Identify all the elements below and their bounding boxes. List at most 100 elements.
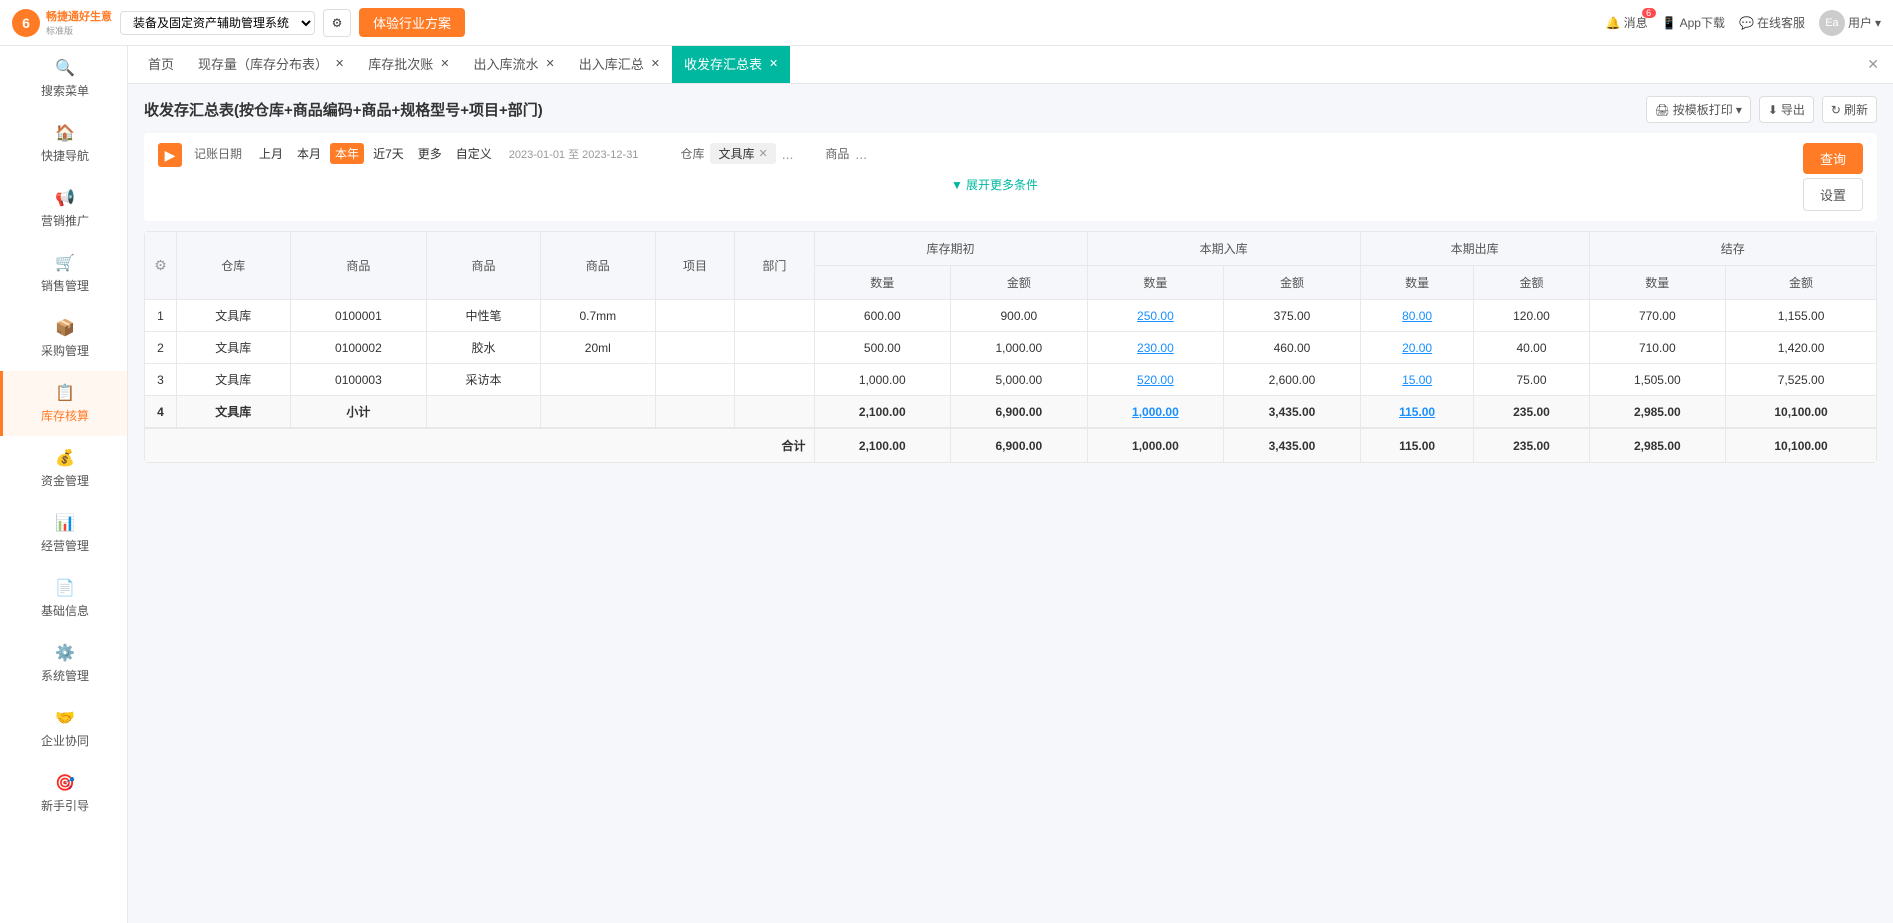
- sidebar-label-marketing: 营销推广: [41, 212, 89, 229]
- online-support-button[interactable]: 💬 在线客服: [1739, 14, 1805, 31]
- row3-code: 0100003: [290, 364, 427, 396]
- tab-batch[interactable]: 库存批次账 ✕: [356, 46, 461, 84]
- date-btn-7days[interactable]: 近7天: [368, 143, 409, 164]
- goods-more[interactable]: ...: [855, 146, 867, 162]
- system-selector[interactable]: 装备及固定资产辅助管理系统: [120, 11, 315, 35]
- refresh-button[interactable]: ↻ 刷新: [1822, 96, 1877, 123]
- table-row: 3 文具库 0100003 采访本 1,000.00 5,000.00 520.…: [145, 364, 1877, 396]
- subtotal-open-qty: 2,100.00: [814, 396, 951, 429]
- sidebar-item-quick-nav[interactable]: 🏠 快捷导航: [0, 111, 127, 176]
- row1-open-qty: 600.00: [814, 300, 951, 332]
- total-open-amt: 6,900.00: [951, 428, 1088, 463]
- tab-batch-close[interactable]: ✕: [440, 57, 449, 70]
- col-in-stock: 本期入库: [1087, 232, 1360, 266]
- search-icon: 🔍: [55, 58, 75, 78]
- tab-inout-flow[interactable]: 出入库流水 ✕: [461, 46, 566, 84]
- row2-bal-amt: 1,420.00: [1726, 332, 1877, 364]
- filter-toggle[interactable]: ▶: [158, 143, 182, 167]
- goods-label: 商品: [825, 145, 849, 162]
- sidebar-label-sales: 销售管理: [41, 277, 89, 294]
- sidebar-item-marketing[interactable]: 📢 营销推广: [0, 176, 127, 241]
- experience-button[interactable]: 体验行业方案: [359, 8, 465, 37]
- date-btn-this-year[interactable]: 本年: [330, 143, 364, 164]
- row1-out-qty[interactable]: 80.00: [1360, 300, 1474, 332]
- tab-stock-dist-close[interactable]: ✕: [335, 57, 344, 70]
- col-in-amt: 金额: [1224, 266, 1361, 300]
- row2-out-qty[interactable]: 20.00: [1360, 332, 1474, 364]
- row2-in-qty[interactable]: 230.00: [1087, 332, 1224, 364]
- sidebar-item-inventory[interactable]: 📋 库存核算: [0, 371, 127, 436]
- tab-home-label: 首页: [148, 54, 174, 73]
- subtotal-col4: [735, 396, 814, 429]
- date-btn-custom[interactable]: 自定义: [451, 143, 497, 164]
- row2-open-qty: 500.00: [814, 332, 951, 364]
- sidebar-label-inventory: 库存核算: [41, 407, 89, 424]
- top-bar-left: 6 畅捷通好生意 标准版 装备及固定资产辅助管理系统 ⚙ 体验行业方案: [12, 8, 465, 37]
- query-button[interactable]: 查询: [1803, 143, 1863, 174]
- row3-in-qty[interactable]: 520.00: [1087, 364, 1224, 396]
- row3-out-qty[interactable]: 15.00: [1360, 364, 1474, 396]
- close-all-tabs[interactable]: ✕: [1861, 56, 1885, 73]
- row1-bal-amt: 1,155.00: [1726, 300, 1877, 332]
- col-open-amt: 金额: [951, 266, 1088, 300]
- bell-icon: 🔔: [1606, 16, 1621, 30]
- avatar: Ea: [1819, 10, 1845, 36]
- tab-inout-summary-close[interactable]: ✕: [651, 57, 660, 70]
- sidebar-label-enterprise: 企业协同: [41, 732, 89, 749]
- row1-warehouse: 文具库: [177, 300, 291, 332]
- sidebar-item-newbie[interactable]: 🎯 新手引导: [0, 761, 127, 826]
- table-area: ⚙ 仓库 商品 商品 商品 项目 部门 库存期初 本期入库 本期出库 结存: [144, 231, 1877, 463]
- sidebar-label-purchase: 采购管理: [41, 342, 89, 359]
- print-button[interactable]: 🖨 按模板打印 ▾: [1646, 96, 1751, 123]
- tab-stock-dist[interactable]: 现存量（库存分布表） ✕: [186, 46, 356, 84]
- tab-recv-send-close[interactable]: ✕: [769, 57, 778, 70]
- tab-home[interactable]: 首页: [136, 46, 186, 84]
- row3-warehouse: 文具库: [177, 364, 291, 396]
- sidebar-item-basic[interactable]: 📄 基础信息: [0, 566, 127, 631]
- row1-in-qty[interactable]: 250.00: [1087, 300, 1224, 332]
- date-group: 上月 本月 本年 近7天 更多 自定义: [254, 143, 497, 164]
- export-button[interactable]: ⬇ 导出: [1759, 96, 1814, 123]
- user-menu[interactable]: Ea 用户 ▾: [1819, 10, 1881, 36]
- col-out-stock: 本期出库: [1360, 232, 1589, 266]
- subtotal-in-qty[interactable]: 1,000.00: [1087, 396, 1224, 429]
- date-btn-this-month[interactable]: 本月: [292, 143, 326, 164]
- row1-out-amt: 120.00: [1474, 300, 1589, 332]
- sidebar-item-system[interactable]: ⚙️ 系统管理: [0, 631, 127, 696]
- sidebar-item-business[interactable]: 📊 经营管理: [0, 501, 127, 566]
- notifications-button[interactable]: 🔔 消息 6: [1606, 14, 1648, 31]
- subtotal-col2: [540, 396, 655, 429]
- date-btn-prev-month[interactable]: 上月: [254, 143, 288, 164]
- support-icon: 💬: [1739, 16, 1754, 30]
- sidebar-item-search[interactable]: 🔍 搜索菜单: [0, 46, 127, 111]
- sidebar-label-system: 系统管理: [41, 667, 89, 684]
- sidebar-item-enterprise[interactable]: 🤝 企业协同: [0, 696, 127, 761]
- total-bal-qty: 2,985.00: [1589, 428, 1726, 463]
- row3-name: 采访本: [427, 364, 541, 396]
- filter-settings-button[interactable]: 设置: [1803, 178, 1863, 211]
- total-in-amt: 3,435.00: [1224, 428, 1361, 463]
- page-header: 收发存汇总表(按仓库+商品编码+商品+规格型号+项目+部门) 🖨 按模板打印 ▾…: [144, 96, 1877, 123]
- sidebar-item-sales[interactable]: 🛒 销售管理: [0, 241, 127, 306]
- tab-inout-flow-close[interactable]: ✕: [546, 57, 555, 70]
- warehouse-more[interactable]: ...: [782, 146, 794, 162]
- content-area: 首页 现存量（库存分布表） ✕ 库存批次账 ✕ 出入库流水 ✕ 出入库汇总 ✕ …: [128, 46, 1893, 923]
- tab-inout-summary[interactable]: 出入库汇总 ✕: [567, 46, 672, 84]
- sidebar-label-finance: 资金管理: [41, 472, 89, 489]
- filter-row-1: 记账日期 上月 本月 本年 近7天 更多 自定义 2023-01-01 至 20…: [194, 143, 1795, 164]
- subtotal-row: 4 文具库 小计 2,100.00 6,900.00 1,000.00 3,43…: [145, 396, 1877, 429]
- table-gear-icon[interactable]: ⚙: [154, 257, 167, 273]
- subtotal-out-qty[interactable]: 115.00: [1360, 396, 1474, 429]
- sidebar-item-finance[interactable]: 💰 资金管理: [0, 436, 127, 501]
- page-content: 收发存汇总表(按仓库+商品编码+商品+规格型号+项目+部门) 🖨 按模板打印 ▾…: [128, 84, 1893, 923]
- sidebar-item-purchase[interactable]: 📦 采购管理: [0, 306, 127, 371]
- warehouse-tag-remove[interactable]: ✕: [758, 147, 767, 160]
- refresh-icon: ↻: [1831, 103, 1841, 117]
- date-btn-more[interactable]: 更多: [413, 143, 447, 164]
- settings-icon[interactable]: ⚙: [323, 9, 351, 37]
- tab-recv-send[interactable]: 收发存汇总表 ✕: [672, 46, 790, 84]
- col-open-qty: 数量: [814, 266, 951, 300]
- app-download-button[interactable]: 📱 App下载: [1662, 14, 1725, 31]
- expand-more-button[interactable]: ▼ 展开更多条件: [951, 176, 1038, 193]
- row2-bal-qty: 710.00: [1589, 332, 1726, 364]
